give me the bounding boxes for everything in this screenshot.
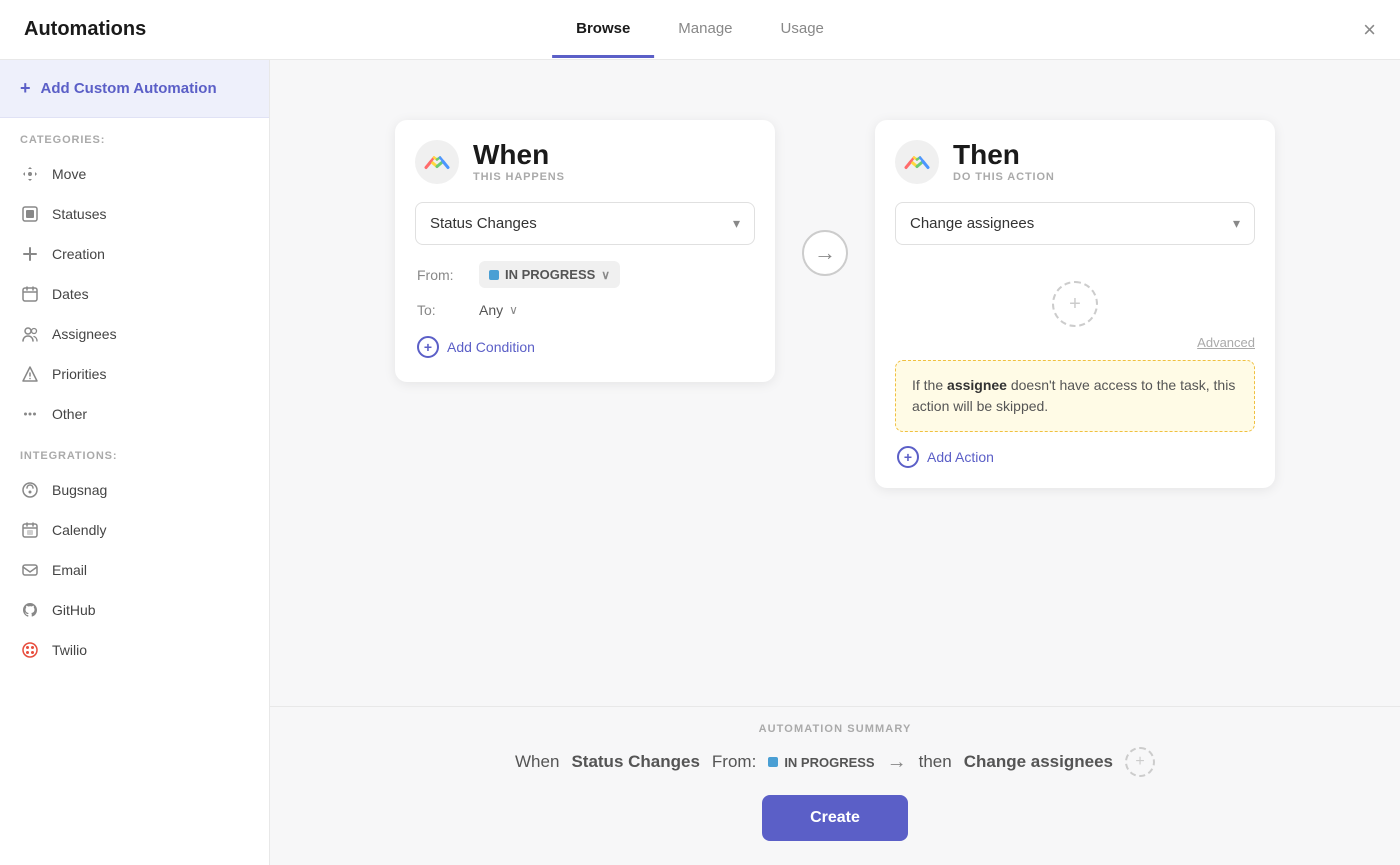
dates-icon: [20, 284, 40, 304]
add-action-label: Add Action: [927, 449, 994, 465]
summary-pre: When: [515, 752, 559, 772]
action-title-block: Then DO THIS ACTION: [953, 141, 1055, 183]
nav-tabs: Browse Manage Usage: [552, 2, 848, 58]
plus-icon: +: [20, 78, 31, 99]
sidebar-item-email[interactable]: Email: [0, 550, 269, 590]
main-layout: + Add Custom Automation CATEGORIES: Move…: [0, 60, 1400, 865]
tab-browse[interactable]: Browse: [552, 2, 654, 58]
twilio-icon: [20, 640, 40, 660]
sidebar-item-assignees[interactable]: Assignees: [0, 314, 269, 354]
status-dot: [489, 270, 499, 280]
main-content: When THIS HAPPENS Status Changes ▾ From:…: [270, 60, 1400, 865]
sidebar-item-calendly[interactable]: Calendly: [0, 510, 269, 550]
trigger-card: When THIS HAPPENS Status Changes ▾ From:…: [395, 120, 775, 382]
clickup-logo-then: [895, 140, 939, 184]
calendly-icon: [20, 520, 40, 540]
assignees-icon: [20, 324, 40, 344]
summary-trigger-bold: Status Changes: [571, 752, 699, 772]
sidebar-item-move[interactable]: Move: [0, 154, 269, 194]
warning-pre: If the: [912, 377, 947, 393]
advanced-link[interactable]: Advanced: [895, 335, 1255, 350]
tab-usage[interactable]: Usage: [757, 2, 848, 57]
to-caret: ∨: [509, 303, 518, 317]
arrow-circle: →: [802, 230, 848, 276]
creation-icon: [20, 244, 40, 264]
sidebar-item-statuses[interactable]: Statuses: [0, 194, 269, 234]
statuses-icon: [20, 204, 40, 224]
close-icon[interactable]: ×: [1363, 17, 1376, 43]
priorities-icon: [20, 364, 40, 384]
summary-bar: AUTOMATION SUMMARY When Status Changes F…: [270, 706, 1400, 865]
sidebar-item-github[interactable]: GitHub: [0, 590, 269, 630]
add-condition-label: Add Condition: [447, 339, 535, 355]
trigger-title-block: When THIS HAPPENS: [473, 141, 565, 183]
assignee-add-circle[interactable]: +: [1052, 281, 1098, 327]
trigger-dropdown[interactable]: Status Changes ▾: [415, 202, 755, 245]
action-card: Then DO THIS ACTION Change assignees ▾ +…: [875, 120, 1275, 488]
to-label: To:: [417, 302, 467, 318]
sidebar-item-priorities[interactable]: Priorities: [0, 354, 269, 394]
trigger-card-header: When THIS HAPPENS: [415, 140, 755, 184]
trigger-title: When: [473, 141, 565, 169]
from-label: From:: [417, 267, 467, 283]
add-action-button[interactable]: + Add Action: [895, 432, 1255, 468]
summary-assignee-circle: +: [1125, 747, 1155, 777]
summary-then: then: [919, 752, 952, 772]
summary-label: AUTOMATION SUMMARY: [270, 723, 1400, 735]
email-icon: [20, 560, 40, 580]
summary-action-bold: Change assignees: [964, 752, 1113, 772]
from-status-badge[interactable]: IN PROGRESS ∨: [479, 261, 620, 288]
add-condition-icon: +: [417, 336, 439, 358]
from-caret: ∨: [601, 268, 610, 282]
arrow-connector: →: [775, 120, 875, 276]
sidebar-item-other[interactable]: Other: [0, 394, 269, 434]
create-button[interactable]: Create: [762, 795, 908, 841]
sidebar-item-creation[interactable]: Creation: [0, 234, 269, 274]
warning-bold: assignee: [947, 377, 1007, 393]
integrations-label: INTEGRATIONS:: [0, 434, 269, 470]
add-condition-button[interactable]: + Add Condition: [415, 332, 755, 362]
summary-status-label: IN PROGRESS: [784, 755, 874, 770]
action-subtitle: DO THIS ACTION: [953, 171, 1055, 183]
action-card-header: Then DO THIS ACTION: [895, 140, 1255, 184]
action-dropdown-arrow: ▾: [1233, 215, 1240, 232]
to-value-label: Any: [479, 302, 503, 318]
automation-builder: When THIS HAPPENS Status Changes ▾ From:…: [270, 60, 1400, 706]
summary-from-label: From:: [712, 752, 756, 772]
action-dropdown-label: Change assignees: [910, 215, 1034, 232]
sidebar-item-twilio[interactable]: Twilio: [0, 630, 269, 670]
create-btn-row: Create: [270, 795, 1400, 865]
summary-arrow-icon: →: [887, 751, 907, 774]
from-field-row: From: IN PROGRESS ∨: [415, 261, 755, 288]
sidebar-item-bugsnag[interactable]: Bugsnag: [0, 470, 269, 510]
to-any-badge[interactable]: Any ∨: [479, 302, 518, 318]
summary-content: When Status Changes From: IN PROGRESS → …: [270, 747, 1400, 777]
github-icon: [20, 600, 40, 620]
categories-label: CATEGORIES:: [0, 118, 269, 154]
summary-status-dot: [768, 757, 778, 767]
sidebar: + Add Custom Automation CATEGORIES: Move…: [0, 60, 270, 865]
bugsnag-icon: [20, 480, 40, 500]
action-title: Then: [953, 141, 1055, 169]
action-dropdown[interactable]: Change assignees ▾: [895, 202, 1255, 245]
to-field-row: To: Any ∨: [415, 302, 755, 318]
move-icon: [20, 164, 40, 184]
trigger-dropdown-label: Status Changes: [430, 215, 537, 232]
header: Automations Browse Manage Usage ×: [0, 0, 1400, 60]
warning-box: If the assignee doesn't have access to t…: [895, 360, 1255, 432]
other-icon: [20, 404, 40, 424]
clickup-logo-when: [415, 140, 459, 184]
sidebar-item-dates[interactable]: Dates: [0, 274, 269, 314]
app-title: Automations: [24, 18, 146, 41]
assignee-placeholder: +: [895, 261, 1255, 335]
trigger-subtitle: THIS HAPPENS: [473, 171, 565, 183]
from-status-label: IN PROGRESS: [505, 267, 595, 282]
add-action-icon: +: [897, 446, 919, 468]
tab-manage[interactable]: Manage: [654, 2, 756, 57]
trigger-dropdown-arrow: ▾: [733, 215, 740, 232]
add-custom-automation-button[interactable]: + Add Custom Automation: [0, 60, 269, 118]
